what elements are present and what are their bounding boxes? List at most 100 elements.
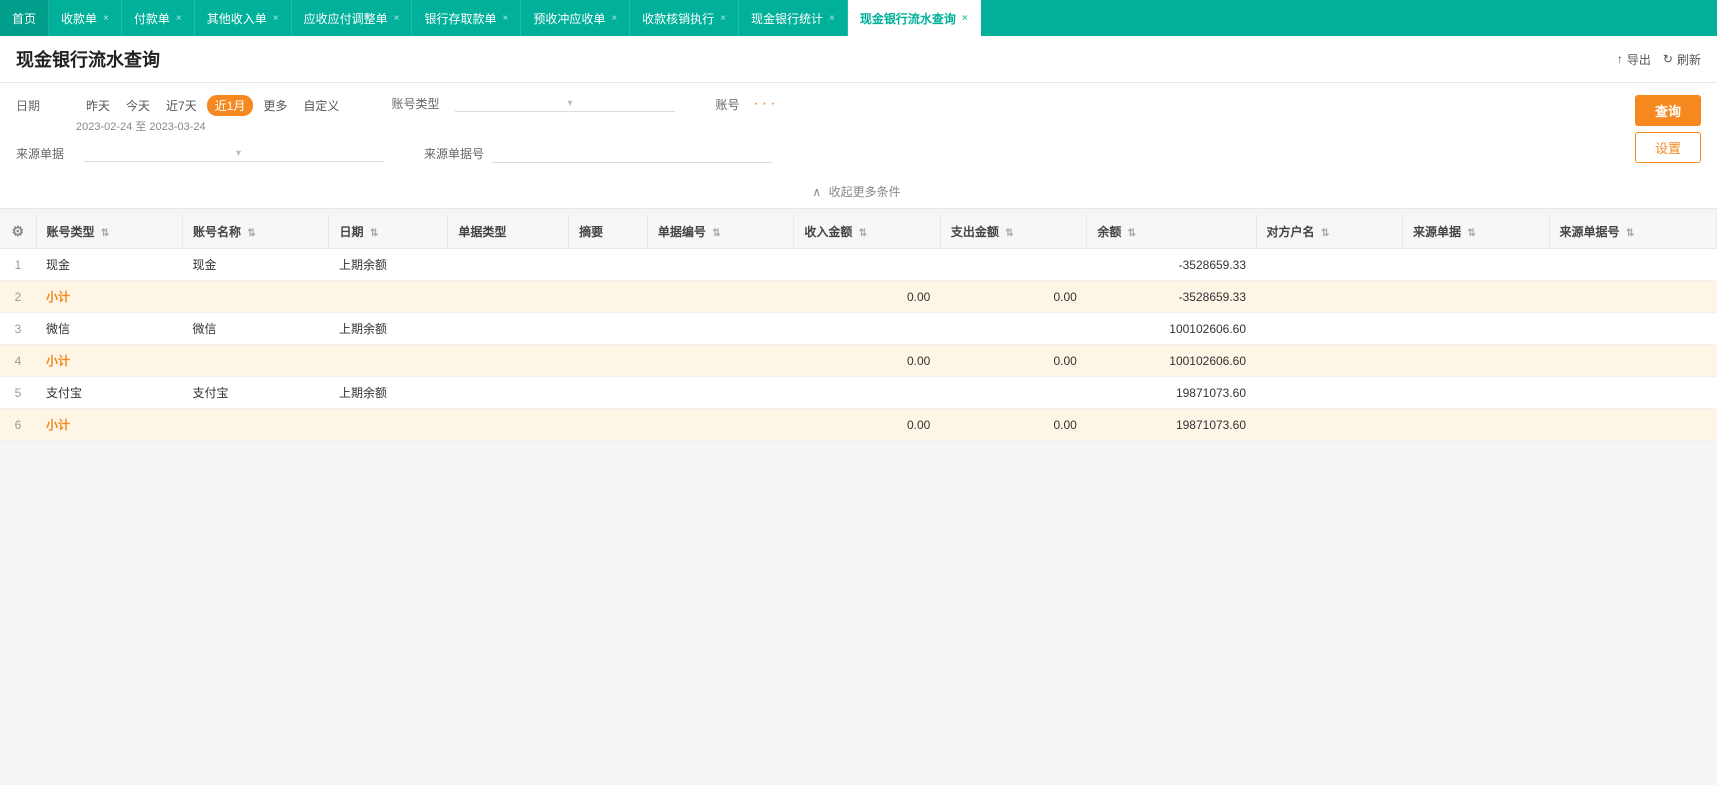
cell-account-type: 小计	[36, 281, 182, 313]
nav-close-payment[interactable]: ×	[176, 13, 182, 24]
nav-item-payment[interactable]: 付款单 ×	[122, 0, 195, 36]
cell-account-name: 支付宝	[182, 377, 328, 409]
nav-close-receipt-verify[interactable]: ×	[720, 13, 726, 24]
cell-balance: -3528659.33	[1087, 281, 1256, 313]
nav-close-receipt[interactable]: ×	[103, 13, 109, 24]
source-doc-label: 来源单据	[16, 145, 76, 162]
col-date[interactable]: 日期 ⇅	[329, 215, 448, 249]
date-btn-1month[interactable]: 近1月	[207, 95, 254, 116]
nav-label-cash-bank-stat: 现金银行统计	[751, 10, 823, 27]
cell-doc-no	[647, 281, 793, 313]
cell-source-doc	[1403, 281, 1549, 313]
filter-area: 日期 昨天 今天 近7天 近1月 更多 自定义 2023-02-24 至 202…	[0, 83, 1717, 209]
collapse-icon: ∧	[812, 185, 821, 199]
col-income[interactable]: 收入金额 ⇅	[794, 215, 940, 249]
sort-icon-doc-no: ⇅	[712, 228, 720, 239]
nav-close-bank-deposit[interactable]: ×	[502, 13, 508, 24]
col-source-doc[interactable]: 来源单据 ⇅	[1403, 215, 1549, 249]
cell-account-type: 小计	[36, 409, 182, 441]
export-button[interactable]: ↑ 导出	[1617, 51, 1651, 68]
nav-close-other-income[interactable]: ×	[273, 13, 279, 24]
source-doc-no-input[interactable]	[492, 144, 772, 163]
cell-account-name	[182, 345, 328, 377]
nav-item-receipt[interactable]: 收款单 ×	[49, 0, 122, 36]
cell-counterpart	[1256, 281, 1402, 313]
date-btn-custom[interactable]: 自定义	[297, 95, 345, 116]
cell-source-doc-no	[1549, 249, 1717, 281]
cell-doc-no	[647, 377, 793, 409]
cell-date	[329, 409, 448, 441]
col-doc-no[interactable]: 单据编号 ⇅	[647, 215, 793, 249]
account-type-label: 账号类型	[391, 95, 447, 112]
nav-label-receipt-verify: 收款核销执行	[642, 10, 714, 27]
cell-source-doc-no	[1549, 281, 1717, 313]
cell-doc-type	[448, 281, 569, 313]
nav-item-home[interactable]: 首页	[0, 0, 49, 36]
source-doc-select[interactable]: ▾	[84, 146, 384, 162]
cell-summary	[569, 409, 648, 441]
col-counterpart[interactable]: 对方户名 ⇅	[1256, 215, 1402, 249]
cell-income	[794, 377, 940, 409]
query-button[interactable]: 查询	[1635, 95, 1701, 126]
row-number: 5	[0, 377, 36, 409]
col-source-doc-no[interactable]: 来源单据号 ⇅	[1549, 215, 1717, 249]
col-account-type[interactable]: 账号类型 ⇅	[36, 215, 182, 249]
nav-item-cash-bank-stat[interactable]: 现金银行统计 ×	[739, 0, 848, 36]
account-no-label: 账号	[715, 96, 745, 113]
collapse-label: 收起更多条件	[829, 185, 901, 199]
cell-income: 0.00	[794, 409, 940, 441]
date-btn-yesterday[interactable]: 昨天	[80, 95, 116, 116]
cell-account-name	[182, 281, 328, 313]
date-btn-7days[interactable]: 近7天	[160, 95, 203, 116]
nav-label-other-income: 其他收入单	[207, 10, 267, 27]
cell-counterpart	[1256, 345, 1402, 377]
cell-balance: 100102606.60	[1087, 345, 1256, 377]
cell-doc-no	[647, 249, 793, 281]
date-btn-today[interactable]: 今天	[120, 95, 156, 116]
account-type-select[interactable]: ▾	[455, 96, 675, 112]
nav-label-bank-deposit: 银行存取款单	[424, 10, 496, 27]
refresh-label: 刷新	[1677, 51, 1701, 68]
settings-button[interactable]: 设置	[1635, 132, 1701, 163]
gear-icon[interactable]: ⚙	[11, 223, 24, 239]
nav-item-other-income[interactable]: 其他收入单 ×	[195, 0, 292, 36]
nav-label-receipt: 收款单	[61, 10, 97, 27]
row-number: 1	[0, 249, 36, 281]
data-table: ⚙ 账号类型 ⇅ 账号名称 ⇅ 日期 ⇅ 单据类型 摘要	[0, 215, 1717, 441]
date-options: 昨天 今天 近7天 近1月 更多 自定义	[80, 95, 345, 116]
nav-item-receipt-verify[interactable]: 收款核销执行 ×	[630, 0, 739, 36]
nav-label-prepay-charge: 预收冲应收单	[533, 10, 605, 27]
date-btn-more[interactable]: 更多	[257, 95, 293, 116]
col-account-name[interactable]: 账号名称 ⇅	[182, 215, 328, 249]
data-table-wrap: ⚙ 账号类型 ⇅ 账号名称 ⇅ 日期 ⇅ 单据类型 摘要	[0, 215, 1717, 441]
nav-item-ar-ap-adjust[interactable]: 应收应付调整单 ×	[292, 0, 413, 36]
nav-close-cash-bank-flow[interactable]: ×	[962, 13, 968, 24]
cell-expense: 0.00	[940, 409, 1086, 441]
col-balance[interactable]: 余额 ⇅	[1087, 215, 1256, 249]
nav-close-prepay-charge[interactable]: ×	[611, 13, 617, 24]
cell-balance: 19871073.60	[1087, 409, 1256, 441]
cell-summary	[569, 313, 648, 345]
nav-label-payment: 付款单	[134, 10, 170, 27]
cell-expense: 0.00	[940, 345, 1086, 377]
cell-account-type: 小计	[36, 345, 182, 377]
table-settings-col[interactable]: ⚙	[0, 215, 36, 249]
table-row: 2 小计 0.00 0.00 -3528659.33	[0, 281, 1717, 313]
col-doc-type: 单据类型	[448, 215, 569, 249]
table-row: 3 微信 微信 上期余额 100102606.60	[0, 313, 1717, 345]
cell-source-doc-no	[1549, 345, 1717, 377]
nav-item-cash-bank-flow[interactable]: 现金银行流水查询 ×	[848, 0, 981, 36]
sort-icon-balance: ⇅	[1128, 228, 1136, 239]
nav-item-prepay-charge[interactable]: 预收冲应收单 ×	[521, 0, 630, 36]
source-doc-arrow-icon: ▾	[236, 148, 380, 159]
refresh-button[interactable]: ↻ 刷新	[1663, 51, 1701, 68]
cell-date	[329, 281, 448, 313]
collapse-bar[interactable]: ∧ 收起更多条件	[16, 177, 1701, 208]
row-number: 6	[0, 409, 36, 441]
cell-balance: 100102606.60	[1087, 313, 1256, 345]
col-expense[interactable]: 支出金额 ⇅	[940, 215, 1086, 249]
nav-item-bank-deposit[interactable]: 银行存取款单 ×	[412, 0, 521, 36]
nav-close-cash-bank-stat[interactable]: ×	[829, 13, 835, 24]
nav-close-ar-ap-adjust[interactable]: ×	[394, 13, 400, 24]
sort-icon-source-doc: ⇅	[1467, 228, 1475, 239]
